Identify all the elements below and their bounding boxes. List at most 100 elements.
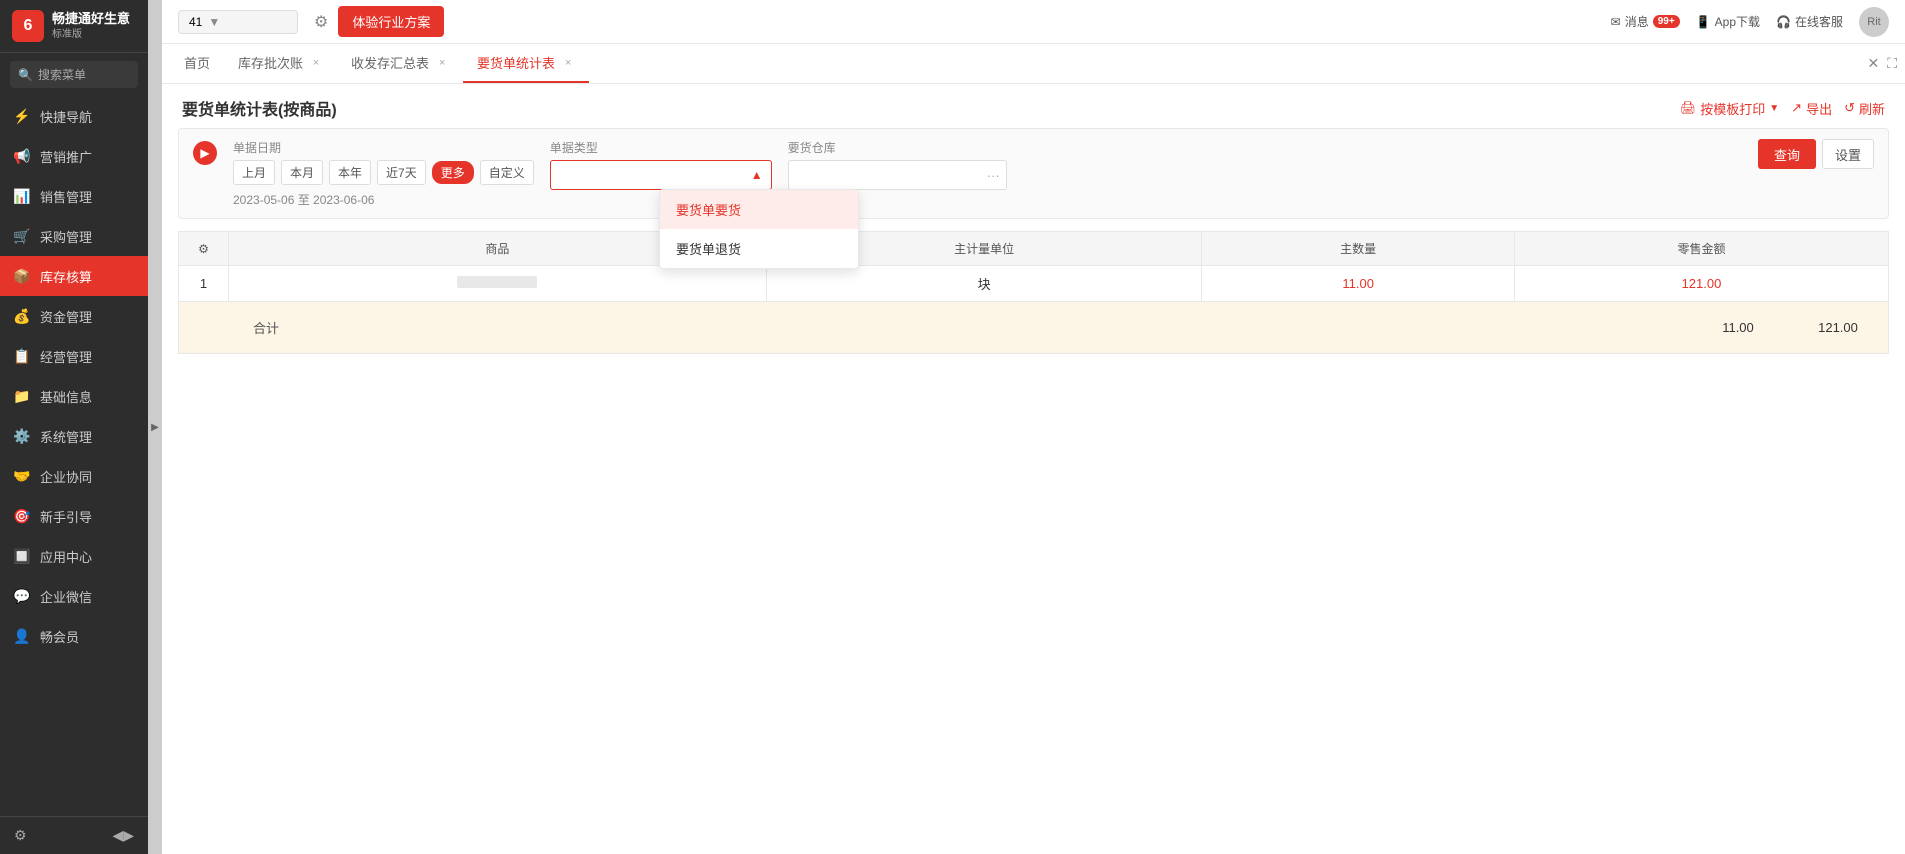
- tab-close-active-icon[interactable]: ×: [561, 56, 575, 70]
- tab-label: 库存批次账: [238, 53, 303, 72]
- col-quantity: 主数量: [1202, 232, 1515, 266]
- sidebar-search[interactable]: 🔍 搜索菜单: [10, 61, 138, 88]
- date-last-month-btn[interactable]: 上月: [233, 160, 275, 185]
- order-type-arrow-icon[interactable]: ▲: [743, 168, 771, 182]
- table-header-row: ⚙ 商品 主计量单位 主数量 零售金额: [179, 232, 1889, 266]
- topbar: 41 ▼ ⚙ 体验行业方案 ✉ 消息 99+ 📱 App下载 🎧 在线客服: [162, 0, 1905, 44]
- wechat-icon: 💬: [12, 586, 32, 606]
- date-more-btn[interactable]: 更多: [432, 161, 474, 184]
- gear-icon[interactable]: ⚙: [198, 242, 209, 256]
- date-custom-btn[interactable]: 自定义: [480, 160, 534, 185]
- export-label: 导出: [1806, 99, 1832, 118]
- export-btn[interactable]: ↗ 导出: [1791, 99, 1832, 118]
- warehouse-filter-group: 要货仓库 ···: [788, 139, 1007, 190]
- page-header-actions: 🖨 按模板打印 ▼ ↗ 导出 ↺ 刷新: [1680, 99, 1885, 118]
- online-service-label: 在线客服: [1795, 13, 1843, 30]
- refresh-btn[interactable]: ↺ 刷新: [1844, 99, 1885, 118]
- settings-icon[interactable]: ⚙: [14, 827, 27, 844]
- col-amount: 零售金额: [1514, 232, 1888, 266]
- collapse-icon[interactable]: ◀▶: [112, 827, 134, 844]
- warehouse-more-icon[interactable]: ···: [981, 168, 1006, 183]
- sidebar-item-purchase[interactable]: 🛒 采购管理: [0, 216, 148, 256]
- sidebar-item-member[interactable]: 👤 畅会员: [0, 616, 148, 656]
- tab-close-icon[interactable]: ×: [309, 56, 323, 70]
- print-template-btn[interactable]: 🖨 按模板打印 ▼: [1680, 99, 1779, 118]
- messages-btn[interactable]: ✉ 消息 99+: [1611, 13, 1680, 30]
- date-this-month-btn[interactable]: 本月: [281, 160, 323, 185]
- row-quantity[interactable]: 11.00: [1202, 266, 1515, 302]
- topbar-gear-icon[interactable]: ⚙: [314, 12, 328, 32]
- marketing-icon: 📢: [12, 146, 32, 166]
- date-this-year-btn[interactable]: 本年: [329, 160, 371, 185]
- dropdown-item-order-goods[interactable]: 要货单要货: [660, 190, 858, 229]
- sidebar-item-label: 基础信息: [40, 387, 92, 406]
- app-download-btn[interactable]: 📱 App下载: [1696, 13, 1760, 30]
- refresh-icon: ↺: [1844, 100, 1855, 116]
- filter-expand-btn[interactable]: ▶: [193, 141, 217, 165]
- tab-send-receive[interactable]: 收发存汇总表 ×: [337, 44, 463, 83]
- sidebar-item-marketing[interactable]: 📢 营销推广: [0, 136, 148, 176]
- collab-icon: 🤝: [12, 466, 32, 486]
- close-all-tabs-icon[interactable]: ✕: [1867, 55, 1879, 72]
- date-range-text: 2023-05-06 至 2023-06-06: [233, 191, 534, 208]
- sidebar-item-inventory[interactable]: 📦 库存核算: [0, 256, 148, 296]
- table-wrap: ⚙ 商品 主计量单位 主数量 零售金额: [178, 231, 1889, 302]
- sidebar-item-operation[interactable]: 📋 经营管理: [0, 336, 148, 376]
- message-icon: ✉: [1611, 15, 1621, 29]
- sidebar-item-label: 营销推广: [40, 147, 92, 166]
- sidebar-item-sales[interactable]: 📊 销售管理: [0, 176, 148, 216]
- dropdown-item-order-return[interactable]: 要货单退货: [660, 229, 858, 268]
- user-avatar[interactable]: Rit: [1859, 7, 1889, 37]
- date-last7-btn[interactable]: 近7天: [377, 160, 426, 185]
- search-icon: 🔍: [18, 68, 33, 82]
- order-type-field[interactable]: [551, 168, 743, 183]
- row-product: [229, 266, 767, 302]
- order-type-filter-group: 单据类型 ▲: [550, 139, 772, 190]
- messages-label: 消息: [1625, 13, 1649, 30]
- row-amount[interactable]: 121.00: [1514, 266, 1888, 302]
- amount-link[interactable]: 121.00: [1682, 276, 1722, 291]
- page-content: 要货单统计表(按商品) 🖨 按模板打印 ▼ ↗ 导出 ↺ 刷新 ▶: [162, 84, 1905, 854]
- trial-button[interactable]: 体验行业方案: [338, 6, 444, 37]
- print-label: 按模板打印: [1700, 99, 1765, 118]
- warehouse-field[interactable]: [789, 168, 981, 183]
- footer-quantity: 11.00: [1688, 320, 1788, 335]
- store-selector[interactable]: 41 ▼: [178, 10, 298, 34]
- sidebar-item-basic[interactable]: 📁 基础信息: [0, 376, 148, 416]
- sidebar-item-label: 企业微信: [40, 587, 92, 606]
- order-type-input[interactable]: ▲: [550, 160, 772, 190]
- date-filter-group: 单据日期 上月 本月 本年 近7天 更多 自定义 2023-05-06 至 20…: [233, 139, 534, 208]
- filter-bar: ▶ 单据日期 上月 本月 本年 近7天 更多 自定义 2023-05-06 至 …: [178, 128, 1889, 219]
- date-filter-row: 上月 本月 本年 近7天 更多 自定义: [233, 160, 534, 185]
- print-dropdown-icon: ▼: [1769, 103, 1779, 114]
- tab-inventory-batch[interactable]: 库存批次账 ×: [224, 44, 337, 83]
- phone-icon: 📱: [1696, 15, 1711, 29]
- online-service-btn[interactable]: 🎧 在线客服: [1776, 13, 1843, 30]
- tab-home[interactable]: 首页: [170, 44, 224, 83]
- order-type-dropdown: 要货单要货 要货单退货: [659, 189, 859, 269]
- tabs-bar: 首页 库存批次账 × 收发存汇总表 × 要货单统计表 × ✕ ⛶: [162, 44, 1905, 84]
- sidebar-item-system[interactable]: ⚙️ 系统管理: [0, 416, 148, 456]
- page-header: 要货单统计表(按商品) 🖨 按模板打印 ▼ ↗ 导出 ↺ 刷新: [162, 84, 1905, 128]
- finance-icon: 💰: [12, 306, 32, 326]
- tab-close-icon[interactable]: ×: [435, 56, 449, 70]
- sidebar-item-collab[interactable]: 🤝 企业协同: [0, 456, 148, 496]
- app-logo-icon: 6: [12, 10, 44, 42]
- warehouse-input[interactable]: ···: [788, 160, 1007, 190]
- sidebar-item-wechat[interactable]: 💬 企业微信: [0, 576, 148, 616]
- sidebar-item-guide[interactable]: 🎯 新手引导: [0, 496, 148, 536]
- sidebar-item-appcenter[interactable]: 🔲 应用中心: [0, 536, 148, 576]
- quantity-link[interactable]: 11.00: [1342, 276, 1374, 291]
- sidebar-collapse-btn[interactable]: ▶: [148, 0, 162, 854]
- query-btn[interactable]: 查询: [1758, 139, 1816, 169]
- set-btn[interactable]: 设置: [1822, 139, 1874, 169]
- sidebar-item-quicknav[interactable]: ⚡ 快捷导航: [0, 96, 148, 136]
- row-unit: 块: [766, 266, 1202, 302]
- sidebar-item-label: 经营管理: [40, 347, 92, 366]
- fullscreen-icon[interactable]: ⛶: [1887, 55, 1897, 72]
- app-name: 畅捷通好生意: [52, 11, 130, 28]
- tab-order-stats[interactable]: 要货单统计表 ×: [463, 44, 589, 83]
- sidebar-logo: 6 畅捷通好生意 标准版: [0, 0, 148, 53]
- app-logo-text: 畅捷通好生意 标准版: [52, 11, 130, 41]
- sidebar-item-finance[interactable]: 💰 资金管理: [0, 296, 148, 336]
